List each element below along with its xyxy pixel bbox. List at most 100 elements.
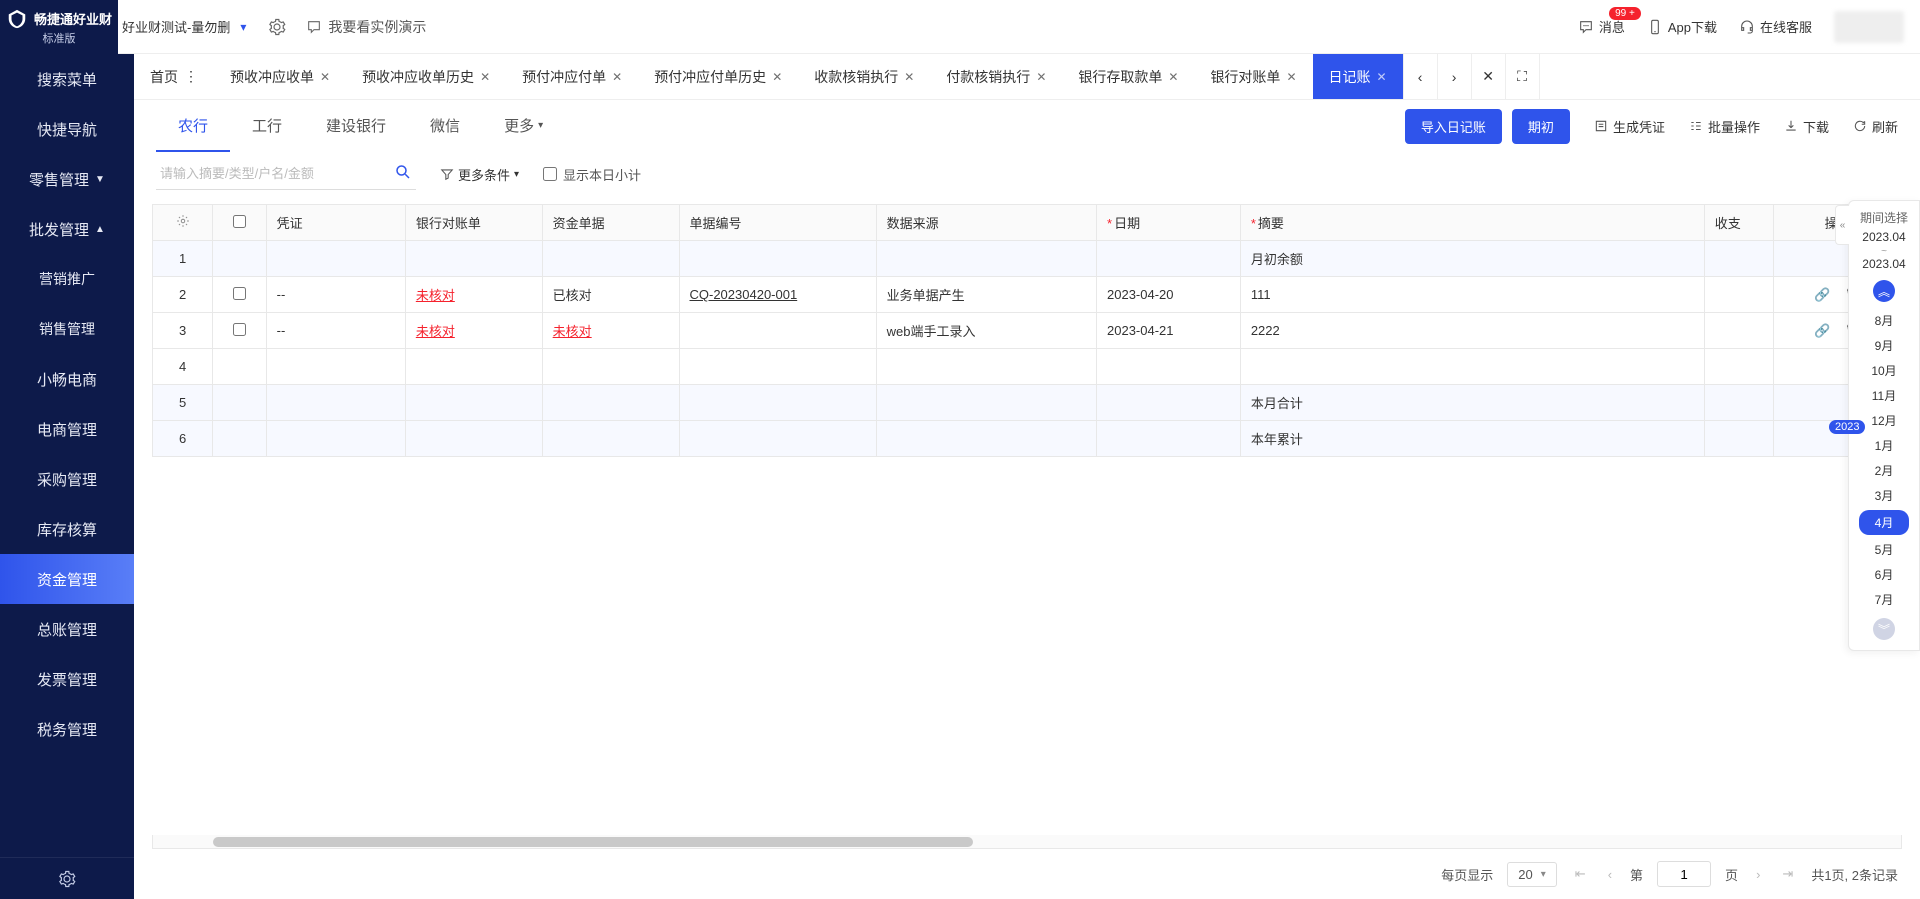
company-selector[interactable]: 好业财测试-量勿删 ▾: [122, 17, 246, 36]
close-icon[interactable]: ✕: [612, 70, 622, 84]
bank-tab-工行[interactable]: 工行: [230, 100, 304, 152]
bank-tab-农行[interactable]: 农行: [156, 100, 230, 152]
link-icon[interactable]: 🔗: [1814, 287, 1830, 303]
period-collapse[interactable]: «: [1835, 205, 1849, 245]
period-month-9月[interactable]: 9月: [1849, 333, 1919, 358]
period-month-8月[interactable]: 8月: [1849, 308, 1919, 333]
col-summary: 摘要: [1240, 205, 1704, 241]
prev-page[interactable]: ‹: [1604, 867, 1616, 882]
close-icon[interactable]: ✕: [1286, 70, 1296, 84]
sidebar-item-税务管理[interactable]: 税务管理: [0, 704, 134, 754]
period-month-11月[interactable]: 11月: [1849, 383, 1919, 408]
show-daily-checkbox[interactable]: 显示本日小计: [543, 165, 641, 184]
col-checkbox[interactable]: [213, 205, 266, 241]
close-icon[interactable]: ✕: [904, 70, 914, 84]
tab-首页[interactable]: 首页 ⋮: [134, 54, 214, 99]
page-size-select[interactable]: 20 ▾: [1507, 862, 1557, 887]
chevron-up-icon: ▲: [95, 224, 105, 235]
close-icon[interactable]: ✕: [320, 70, 330, 84]
last-page[interactable]: ⇥: [1778, 866, 1797, 882]
sidebar-item-总账管理[interactable]: 总账管理: [0, 604, 134, 654]
sidebar-item-采购管理[interactable]: 采购管理: [0, 454, 134, 504]
tab-预收冲应收单历史[interactable]: 预收冲应收单历史✕: [346, 54, 506, 99]
tab-银行存取款单[interactable]: 银行存取款单✕: [1062, 54, 1194, 99]
sidebar-item-小畅电商[interactable]: 小畅电商: [0, 354, 134, 404]
tab-日记账[interactable]: 日记账✕: [1313, 54, 1403, 99]
period-month-10月[interactable]: 10月: [1849, 358, 1919, 383]
tabs-fullscreen[interactable]: ⛶: [1506, 54, 1540, 99]
close-icon[interactable]: ✕: [1036, 70, 1046, 84]
message-button[interactable]: 99 + 消息: [1578, 17, 1625, 36]
sidebar-item-营销推广[interactable]: 营销推广: [0, 254, 134, 304]
doc-link[interactable]: CQ-20230420-001: [690, 287, 798, 302]
period-up[interactable]: ︽: [1873, 280, 1895, 302]
service-button[interactable]: 在线客服: [1739, 17, 1812, 36]
row-checkbox[interactable]: [233, 323, 246, 336]
sidebar-item-电商管理[interactable]: 电商管理: [0, 404, 134, 454]
period-month-4月[interactable]: 4月: [1859, 510, 1909, 535]
tabs-next[interactable]: ›: [1438, 54, 1472, 99]
sidebar-item-发票管理[interactable]: 发票管理: [0, 654, 134, 704]
import-journal-button[interactable]: 导入日记账: [1405, 109, 1502, 144]
tab-收款核销执行[interactable]: 收款核销执行✕: [798, 54, 930, 99]
period-month-7月[interactable]: 7月: [1849, 587, 1919, 612]
user-avatar[interactable]: [1834, 11, 1904, 43]
tabs-close[interactable]: ✕: [1472, 54, 1506, 99]
refresh-button[interactable]: 刷新: [1853, 117, 1898, 136]
sidebar-item-库存核算[interactable]: 库存核算: [0, 504, 134, 554]
reconcile-link[interactable]: 未核对: [553, 324, 592, 339]
tab-预付冲应付单历史[interactable]: 预付冲应付单历史✕: [638, 54, 798, 99]
row-checkbox[interactable]: [233, 287, 246, 300]
scrollbar-thumb[interactable]: [213, 837, 973, 847]
period-month-5月[interactable]: 5月: [1849, 537, 1919, 562]
next-page[interactable]: ›: [1752, 867, 1764, 882]
sidebar-item-零售管理[interactable]: 零售管理▼: [0, 154, 134, 204]
sidebar-settings[interactable]: [0, 857, 134, 899]
gen-voucher-button[interactable]: 生成凭证: [1594, 117, 1665, 136]
download-button[interactable]: 下载: [1784, 117, 1829, 136]
close-icon[interactable]: ✕: [1377, 70, 1387, 84]
close-icon[interactable]: ✕: [772, 70, 782, 84]
bank-tab-更多[interactable]: 更多▾: [482, 100, 565, 152]
period-from[interactable]: 2023.04: [1849, 230, 1919, 246]
sidebar-item-搜索菜单[interactable]: 搜索菜单: [0, 54, 134, 104]
close-icon[interactable]: ✕: [480, 70, 490, 84]
period-down[interactable]: ︾: [1873, 618, 1895, 640]
close-icon[interactable]: ✕: [1168, 70, 1178, 84]
bank-tab-微信[interactable]: 微信: [408, 100, 482, 152]
chevron-down-icon: ▾: [538, 120, 543, 131]
period-month-2月[interactable]: 2月: [1849, 458, 1919, 483]
tabs-prev[interactable]: ‹: [1404, 54, 1438, 99]
page-input[interactable]: [1657, 861, 1711, 887]
search-input[interactable]: [156, 158, 416, 190]
tab-付款核销执行[interactable]: 付款核销执行✕: [930, 54, 1062, 99]
tab-银行对账单[interactable]: 银行对账单✕: [1194, 54, 1312, 99]
period-month-3月[interactable]: 3月: [1849, 483, 1919, 508]
search-input-wrapper: [156, 158, 416, 190]
period-to[interactable]: 2023.04: [1849, 257, 1919, 273]
col-settings[interactable]: [153, 205, 213, 241]
sidebar-item-快捷导航[interactable]: 快捷导航: [0, 104, 134, 154]
app-download-button[interactable]: App下载: [1647, 17, 1717, 36]
first-page[interactable]: ⇤: [1571, 866, 1590, 882]
pagination: 每页显示 20 ▾ ⇤ ‹ 第 页 › ⇥ 共1页, 2条记录: [134, 849, 1920, 899]
period-month-6月[interactable]: 6月: [1849, 562, 1919, 587]
tab-预收冲应收单[interactable]: 预收冲应收单✕: [214, 54, 346, 99]
horizontal-scrollbar[interactable]: [152, 835, 1902, 849]
reconcile-link[interactable]: 未核对: [416, 324, 455, 339]
bank-tab-建设银行[interactable]: 建设银行: [304, 100, 408, 152]
settings-button[interactable]: [268, 18, 286, 36]
demo-link[interactable]: 我要看实例演示: [306, 17, 426, 37]
reconcile-link[interactable]: 未核对: [416, 288, 455, 303]
sidebar-item-资金管理[interactable]: 资金管理: [0, 554, 134, 604]
period-month-1月[interactable]: 1月: [1849, 433, 1919, 458]
link-icon[interactable]: 🔗: [1814, 323, 1830, 339]
init-button[interactable]: 期初: [1512, 109, 1570, 144]
sidebar-item-销售管理[interactable]: 销售管理: [0, 304, 134, 354]
batch-button[interactable]: 批量操作: [1689, 117, 1760, 136]
search-icon[interactable]: [394, 163, 412, 186]
download-icon: [1784, 119, 1798, 133]
more-conditions[interactable]: 更多条件 ▾: [440, 165, 519, 184]
sidebar-item-批发管理[interactable]: 批发管理▲: [0, 204, 134, 254]
tab-预付冲应付单[interactable]: 预付冲应付单✕: [506, 54, 638, 99]
